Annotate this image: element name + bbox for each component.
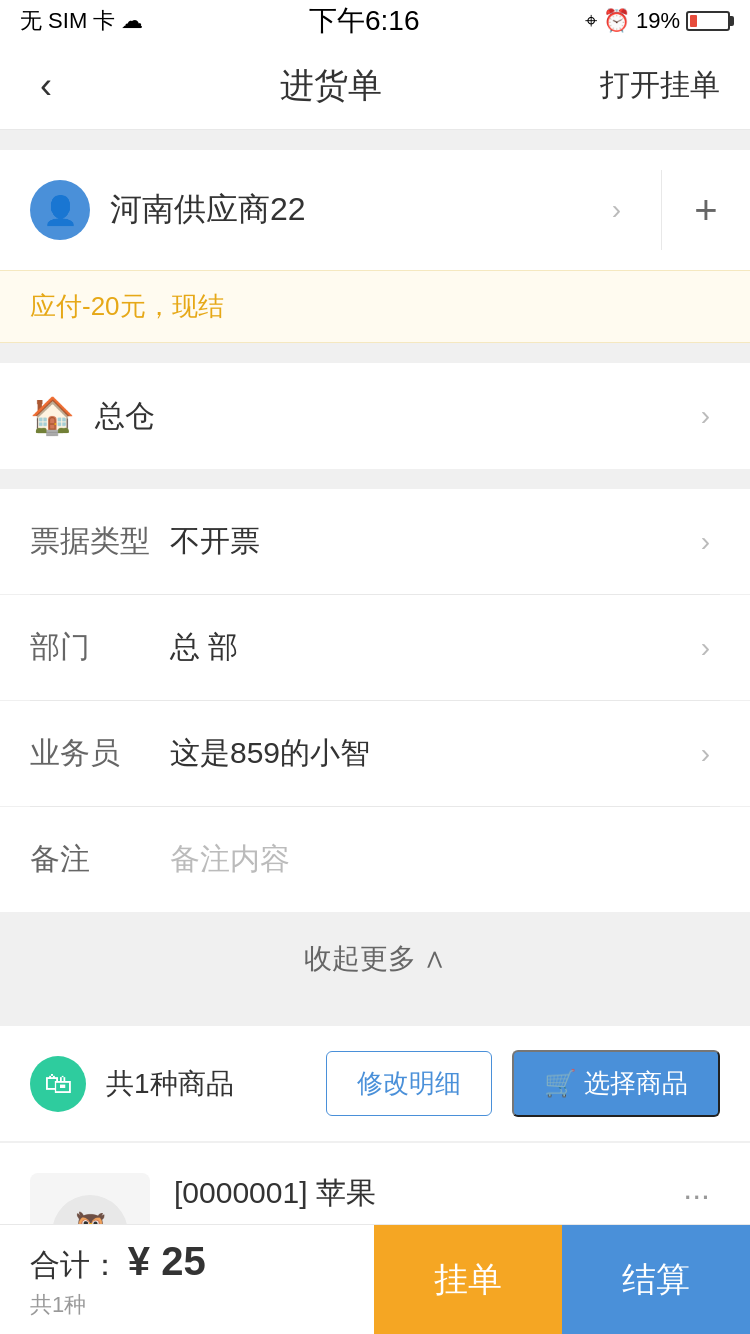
total-row: 合计： ¥ 25 (30, 1239, 344, 1286)
product-name: [0000001] 苹果 (174, 1173, 649, 1214)
chevron-right-icon: › (612, 194, 621, 226)
battery-icon (686, 11, 730, 31)
invoice-type-row[interactable]: 票据类型 不开票 › (0, 489, 750, 594)
supplier-selector[interactable]: 👤 河南供应商22 › (0, 150, 661, 270)
total-label: 合计： (30, 1248, 120, 1281)
avatar-icon: 👤 (43, 194, 78, 227)
warehouse-row[interactable]: 🏠 总仓 › (0, 363, 750, 469)
product-header: 🛍 共1种商品 修改明细 🛒 选择商品 (0, 1026, 750, 1141)
collapse-more-button[interactable]: 收起更多 ∧ (0, 912, 750, 1006)
chevron-right-icon: › (701, 526, 710, 558)
alarm-icon: ⏰ (603, 8, 630, 34)
select-product-button[interactable]: 🛒 选择商品 (512, 1050, 720, 1117)
remark-input[interactable]: 备注内容 (170, 839, 720, 880)
add-supplier-button[interactable]: + (662, 150, 750, 270)
back-button[interactable]: ‹ (30, 55, 62, 117)
status-left: 无 SIM 卡 ☁ (20, 6, 143, 36)
open-pending-button[interactable]: 打开挂单 (600, 65, 720, 106)
collapse-label: 收起更多 ∧ (304, 940, 447, 978)
product-code: [0000001] (174, 1176, 307, 1209)
gap-2 (0, 343, 750, 363)
department-row[interactable]: 部门 总 部 › (0, 595, 750, 700)
checkout-button[interactable]: 结算 (562, 1225, 750, 1334)
bottom-bar: 合计： ¥ 25 共1种 挂单 结算 (0, 1224, 750, 1334)
total-amount: ¥ 25 (128, 1239, 206, 1283)
invoice-type-label: 票据类型 (30, 521, 170, 562)
salesperson-value: 这是859的小智 (170, 733, 701, 774)
avatar: 👤 (30, 180, 90, 240)
salesperson-label: 业务员 (30, 733, 170, 774)
remark-label: 备注 (30, 839, 170, 880)
modify-detail-button[interactable]: 修改明细 (326, 1051, 492, 1116)
total-section: 合计： ¥ 25 共1种 (0, 1225, 374, 1334)
invoice-type-value: 不开票 (170, 521, 701, 562)
hang-order-button[interactable]: 挂单 (374, 1225, 562, 1334)
sim-signal: 无 SIM 卡 ☁ (20, 6, 143, 36)
gap-3 (0, 469, 750, 489)
payment-hint: 应付-20元，现结 (0, 270, 750, 343)
status-right: ⌖ ⏰ 19% (585, 8, 730, 34)
gap-1 (0, 130, 750, 150)
supplier-name: 河南供应商22 (110, 188, 592, 232)
remark-row[interactable]: 备注 备注内容 (0, 807, 750, 912)
content-area: 👤 河南供应商22 › + 应付-20元，现结 🏠 总仓 › 票据类型 不开票 … (0, 130, 750, 1334)
department-label: 部门 (30, 627, 170, 668)
product-icon: 🛍 (30, 1056, 86, 1112)
select-product-label: 选择商品 (584, 1066, 688, 1101)
select-product-icon: 🛒 (544, 1068, 576, 1099)
chevron-right-icon: › (701, 738, 710, 770)
product-title-name: 苹果 (316, 1176, 376, 1209)
more-options-button[interactable]: ··· (673, 1173, 720, 1218)
warehouse-icon: 🏠 (30, 395, 75, 437)
battery-fill (690, 15, 697, 27)
chevron-right-icon: › (701, 400, 710, 432)
nav-bar: ‹ 进货单 打开挂单 (0, 42, 750, 130)
location-icon: ⌖ (585, 8, 597, 34)
product-count: 共1种商品 (106, 1065, 306, 1103)
total-count: 共1种 (30, 1290, 344, 1320)
salesperson-row[interactable]: 业务员 这是859的小智 › (0, 701, 750, 806)
status-bar: 无 SIM 卡 ☁ 下午6:16 ⌖ ⏰ 19% (0, 0, 750, 42)
status-time: 下午6:16 (309, 2, 420, 40)
gap-4 (0, 1006, 750, 1026)
page-title: 进货单 (280, 63, 382, 109)
chevron-right-icon: › (701, 632, 710, 664)
department-value: 总 部 (170, 627, 701, 668)
bag-icon: 🛍 (44, 1067, 72, 1100)
supplier-section: 👤 河南供应商22 › + (0, 150, 750, 270)
battery-text: 19% (636, 8, 680, 34)
warehouse-name: 总仓 (95, 396, 701, 437)
